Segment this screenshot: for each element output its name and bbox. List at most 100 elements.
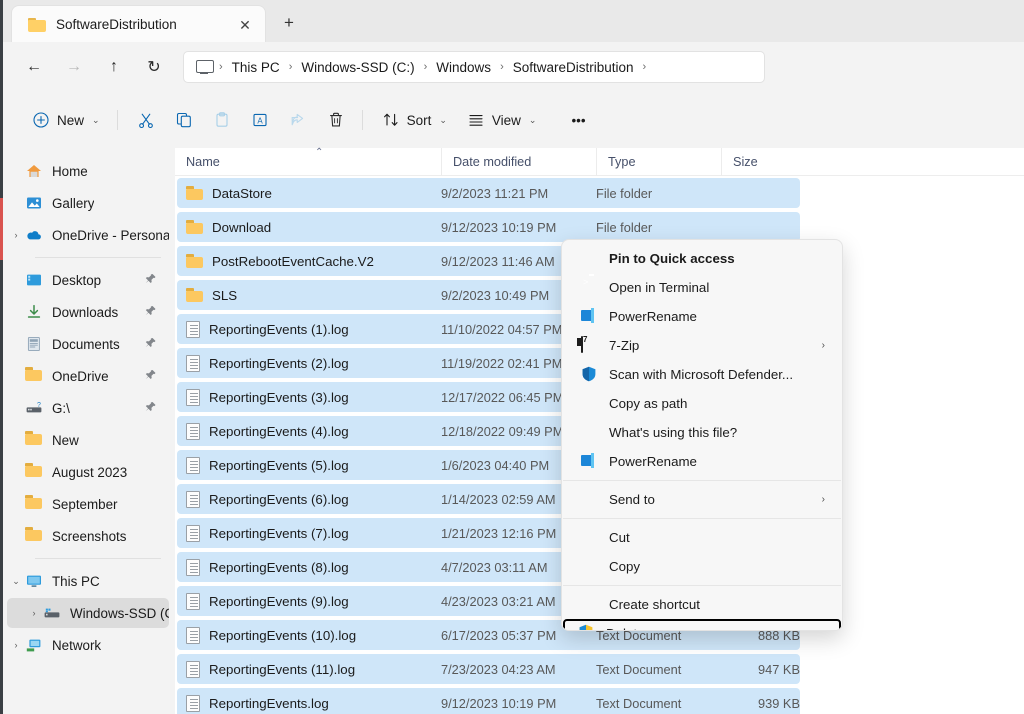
this-pc-icon — [196, 60, 212, 74]
text-document-icon — [186, 321, 200, 338]
column-header-date-modified[interactable]: Date modified — [441, 148, 596, 176]
breadcrumb-item-this-pc[interactable]: This PC — [226, 57, 286, 78]
sidebar-item-g-drive[interactable]: ? G:\ — [7, 393, 169, 423]
new-tab-button[interactable]: + — [275, 10, 303, 36]
navigation-sidebar[interactable]: Home Gallery › OneDrive - Persona — [3, 148, 175, 714]
breadcrumb-item-softwaredistribution[interactable]: SoftwareDistribution — [507, 57, 640, 78]
chevron-right-icon[interactable]: › — [7, 230, 25, 240]
pin-icon[interactable] — [144, 400, 157, 414]
sidebar-item-documents[interactable]: Documents — [7, 329, 169, 359]
sidebar-item-downloads[interactable]: Downloads — [7, 297, 169, 327]
svg-text:A: A — [257, 116, 263, 125]
table-row[interactable]: ReportingEvents (11).log7/23/2023 04:23 … — [175, 652, 1024, 686]
forward-button[interactable]: → — [57, 50, 91, 84]
share-icon — [289, 111, 307, 129]
breadcrumb-item-windows[interactable]: Windows — [430, 57, 497, 78]
menu-item-cut[interactable]: Cut — [565, 523, 839, 552]
menu-divider — [563, 518, 841, 519]
table-row[interactable]: ReportingEvents.log9/12/2023 10:19 PMTex… — [175, 686, 1024, 714]
sidebar-item-home[interactable]: Home — [7, 156, 169, 186]
new-button[interactable]: New ⌄ — [23, 103, 109, 137]
sort-button[interactable]: Sort ⌄ — [373, 103, 456, 137]
menu-item-scan-with-microsoft-defender[interactable]: Scan with Microsoft Defender... — [565, 360, 839, 389]
menu-item-copy[interactable]: Copy — [565, 552, 839, 581]
menu-item-create-shortcut[interactable]: Create shortcut — [565, 590, 839, 619]
column-header-name[interactable]: Name ⌃ — [175, 148, 441, 176]
delete-button[interactable] — [318, 103, 354, 137]
sidebar-item-gallery[interactable]: Gallery — [7, 188, 169, 218]
sidebar-divider — [35, 558, 161, 559]
view-button[interactable]: View ⌄ — [458, 103, 546, 137]
text-document-icon — [186, 491, 200, 508]
close-icon[interactable]: ✕ — [235, 15, 255, 35]
view-button-label: View — [492, 113, 521, 128]
pin-icon[interactable] — [144, 272, 157, 286]
chevron-down-icon[interactable]: ⌄ — [7, 576, 25, 587]
menu-item-delete[interactable]: Delete — [563, 619, 841, 631]
pin-icon[interactable] — [144, 368, 157, 382]
tab-softwaredistribution[interactable]: SoftwareDistribution ✕ — [11, 5, 266, 42]
sidebar-item-network[interactable]: › Network — [7, 630, 169, 660]
cell-type: File folder — [596, 186, 721, 201]
sidebar-item-september[interactable]: September — [7, 489, 169, 519]
rename-icon: A — [251, 111, 269, 129]
rename-button[interactable]: A — [242, 103, 278, 137]
network-icon — [25, 636, 43, 654]
table-row[interactable]: DataStore9/2/2023 11:21 PMFile folder — [175, 176, 1024, 210]
address-bar[interactable]: › This PC › Windows-SSD (C:) › Windows ›… — [183, 51, 765, 83]
menu-item-powerrename[interactable]: PowerRename — [565, 447, 839, 476]
sidebar-item-desktop[interactable]: Desktop — [7, 265, 169, 295]
sidebar-item-windows-ssd[interactable]: › Windows-SSD (C:) — [7, 598, 169, 628]
refresh-button[interactable]: ↻ — [137, 50, 171, 84]
column-header-type[interactable]: Type — [596, 148, 721, 176]
sidebar-item-august-2023[interactable]: August 2023 — [7, 457, 169, 487]
cell-name: ReportingEvents (11).log — [177, 661, 441, 678]
navigation-bar: ← → ↑ ↻ › This PC › Windows-SSD (C:) › W… — [3, 42, 1024, 92]
file-name-label: ReportingEvents (8).log — [209, 560, 349, 575]
menu-item-powerrename[interactable]: PowerRename — [565, 302, 839, 331]
menu-item-send-to[interactable]: Send to› — [565, 485, 839, 514]
menu-item-label: Cut — [609, 530, 839, 545]
drive-icon: ? — [25, 399, 43, 417]
cell-date-modified: 7/23/2023 04:23 AM — [441, 662, 596, 677]
up-button[interactable]: ↑ — [97, 50, 131, 84]
copy-button[interactable] — [166, 103, 202, 137]
cell-name: ReportingEvents (10).log — [177, 627, 441, 644]
chevron-right-icon[interactable]: › — [7, 640, 25, 650]
context-menu[interactable]: Pin to Quick accessOpen in TerminalPower… — [561, 239, 843, 631]
folder-icon — [186, 220, 203, 234]
tab-title: SoftwareDistribution — [56, 17, 177, 32]
paste-button[interactable] — [204, 103, 240, 137]
menu-item-what-s-using-this-file[interactable]: What's using this file? — [565, 418, 839, 447]
menu-item-open-in-terminal[interactable]: Open in Terminal — [565, 273, 839, 302]
back-button[interactable]: ← — [17, 50, 51, 84]
menu-item-7-zip[interactable]: 7-Zip› — [565, 331, 839, 360]
sidebar-item-onedrive-personal[interactable]: › OneDrive - Persona — [7, 220, 169, 250]
cell-name: ReportingEvents (8).log — [177, 559, 441, 576]
more-options-button[interactable]: ••• — [562, 103, 594, 137]
cell-name: PostRebootEventCache.V2 — [177, 254, 441, 269]
sidebar-item-new[interactable]: New — [7, 425, 169, 455]
pin-icon[interactable] — [144, 304, 157, 318]
sidebar-item-this-pc[interactable]: ⌄ This PC — [7, 566, 169, 596]
chevron-right-icon[interactable]: › — [25, 608, 43, 618]
sidebar-item-label: Home — [52, 164, 88, 179]
pin-icon[interactable] — [144, 336, 157, 350]
breadcrumb-item-windows-ssd[interactable]: Windows-SSD (C:) — [295, 57, 420, 78]
menu-item-label: Pin to Quick access — [609, 251, 839, 266]
row-cells: Download9/12/2023 10:19 PMFile folder — [177, 212, 800, 242]
column-header-size[interactable]: Size — [721, 148, 806, 176]
row-cells: ReportingEvents (11).log7/23/2023 04:23 … — [177, 654, 800, 684]
paste-icon — [213, 111, 231, 129]
menu-item-pin-to-quick-access[interactable]: Pin to Quick access — [565, 244, 839, 273]
cut-button[interactable] — [128, 103, 164, 137]
context-menu-items: Pin to Quick accessOpen in TerminalPower… — [562, 244, 842, 631]
menu-item-copy-as-path[interactable]: Copy as path — [565, 389, 839, 418]
folder-icon — [25, 431, 43, 449]
sidebar-item-screenshots[interactable]: Screenshots — [7, 521, 169, 551]
sidebar-item-label: Desktop — [52, 273, 101, 288]
text-document-icon — [186, 593, 200, 610]
breadcrumb-separator: › — [286, 61, 296, 73]
share-button[interactable] — [280, 103, 316, 137]
sidebar-item-onedrive[interactable]: OneDrive — [7, 361, 169, 391]
